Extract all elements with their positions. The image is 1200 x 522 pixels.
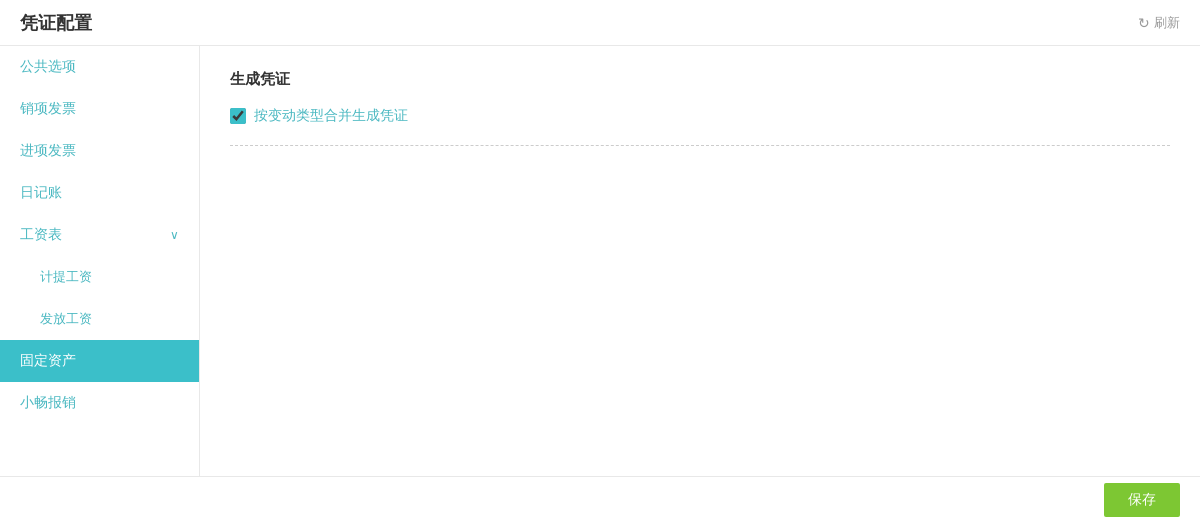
- sidebar: 公共选项 销项发票 进项发票 日记账 工资表 ∨ 计提工资 发放工资 固定资产 …: [0, 46, 200, 476]
- sidebar-item-expense-report[interactable]: 小畅报销: [0, 382, 199, 424]
- sidebar-item-fixed-assets[interactable]: 固定资产: [0, 340, 199, 382]
- sidebar-item-label: 进项发票: [20, 142, 76, 160]
- sidebar-item-sales-invoice[interactable]: 销项发票: [0, 88, 199, 130]
- page-footer: 保存: [0, 476, 1200, 522]
- section-divider: [230, 145, 1170, 146]
- sidebar-item-label: 发放工资: [40, 310, 92, 328]
- sidebar-item-label: 计提工资: [40, 268, 92, 286]
- sidebar-item-journal[interactable]: 日记账: [0, 172, 199, 214]
- sidebar-item-label: 工资表: [20, 226, 62, 244]
- sidebar-item-label: 固定资产: [20, 352, 76, 370]
- sidebar-item-label: 销项发票: [20, 100, 76, 118]
- save-button[interactable]: 保存: [1104, 483, 1180, 517]
- sidebar-item-purchase-invoice[interactable]: 进项发票: [0, 130, 199, 172]
- page-title: 凭证配置: [20, 11, 92, 35]
- refresh-icon: ↻: [1138, 15, 1150, 31]
- chevron-down-icon: ∨: [170, 228, 179, 242]
- refresh-button[interactable]: ↻ 刷新: [1138, 14, 1180, 32]
- sidebar-item-calc-salary[interactable]: 计提工资: [0, 256, 199, 298]
- content-area: 生成凭证 按变动类型合并生成凭证: [200, 46, 1200, 476]
- sidebar-item-label: 日记账: [20, 184, 62, 202]
- merge-voucher-checkbox[interactable]: [230, 108, 246, 124]
- sidebar-item-pay-salary[interactable]: 发放工资: [0, 298, 199, 340]
- merge-voucher-label[interactable]: 按变动类型合并生成凭证: [254, 107, 408, 125]
- refresh-label: 刷新: [1154, 14, 1180, 32]
- sidebar-item-label: 小畅报销: [20, 394, 76, 412]
- sidebar-item-payroll-table[interactable]: 工资表 ∨: [0, 214, 199, 256]
- sidebar-item-public-options[interactable]: 公共选项: [0, 46, 199, 88]
- sidebar-item-label: 公共选项: [20, 58, 76, 76]
- main-layout: 公共选项 销项发票 进项发票 日记账 工资表 ∨ 计提工资 发放工资 固定资产 …: [0, 46, 1200, 476]
- checkbox-row: 按变动类型合并生成凭证: [230, 107, 1170, 125]
- section-title: 生成凭证: [230, 70, 1170, 89]
- page-header: 凭证配置 ↻ 刷新: [0, 0, 1200, 46]
